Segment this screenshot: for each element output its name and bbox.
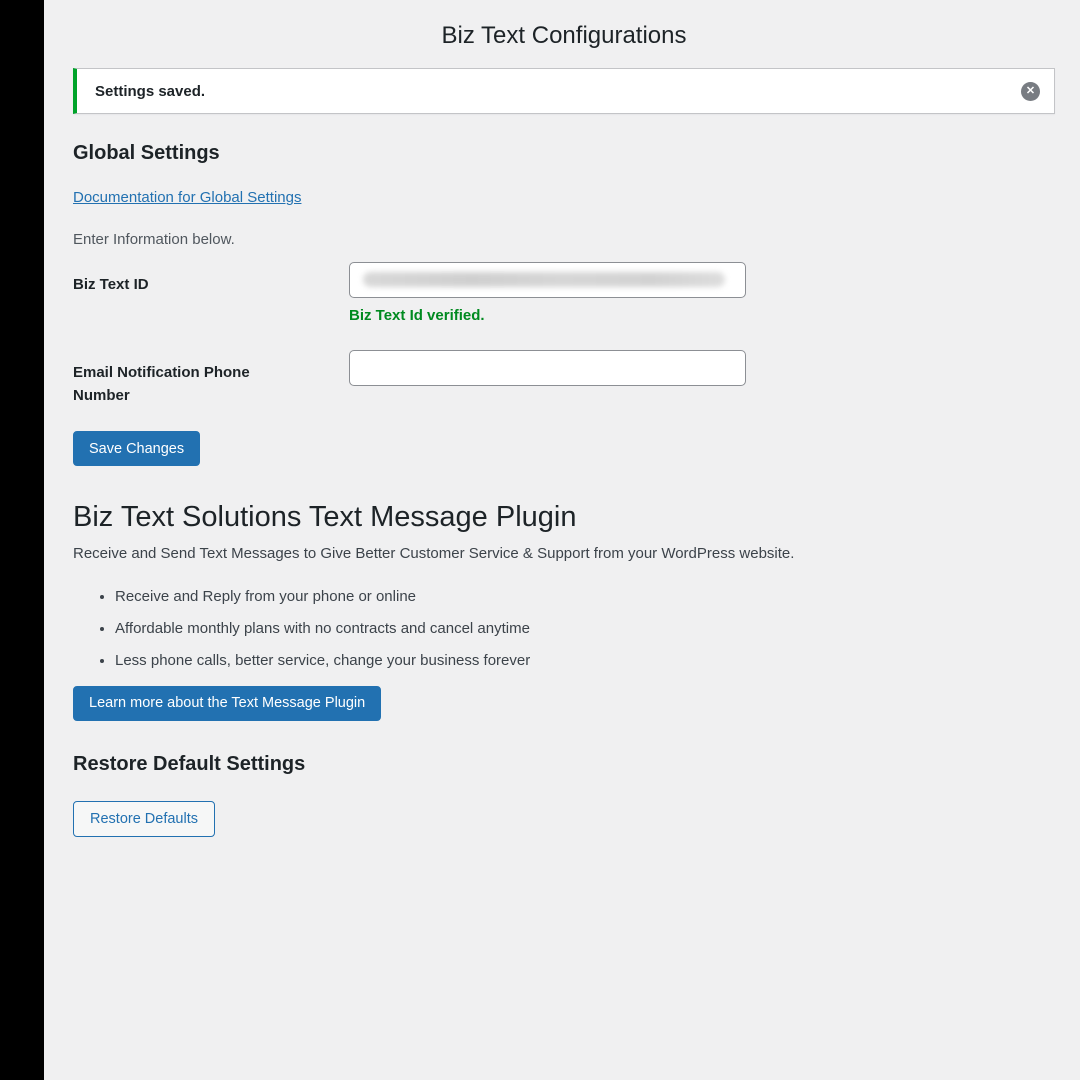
restore-defaults-heading: Restore Default Settings [73, 752, 306, 775]
verified-status-text: Biz Text Id verified. [349, 307, 485, 325]
email-phone-label: Email Notification Phone Number [73, 364, 250, 404]
list-item: Receive and Reply from your phone or onl… [115, 588, 1055, 605]
feature-list: Receive and Reply from your phone or onl… [73, 588, 1055, 669]
dismiss-notice-button[interactable]: ✕ [1021, 81, 1040, 101]
biz-text-id-row: Biz Text ID Biz Text Id verified. [73, 262, 1055, 338]
biz-text-id-input[interactable] [349, 262, 746, 299]
settings-saved-notice: Settings saved. ✕ [73, 68, 1055, 115]
global-settings-heading: Global Settings [73, 142, 220, 165]
admin-sidebar-collapsed [0, 0, 44, 1080]
email-phone-row: Email Notification Phone Number [73, 350, 1055, 407]
restore-defaults-button[interactable]: Restore Defaults [73, 800, 215, 837]
intro-text: Enter Information below. [73, 231, 235, 249]
biz-text-id-label: Biz Text ID [73, 276, 149, 294]
settings-form: Biz Text ID Biz Text Id verified. Email … [73, 262, 1055, 407]
plugin-promo-heading: Biz Text Solutions Text Message Plugin [73, 501, 577, 534]
learn-more-button[interactable]: Learn more about the Text Message Plugin [73, 685, 382, 721]
documentation-link[interactable]: Documentation for Global Settings [73, 189, 301, 206]
list-item: Less phone calls, better service, change… [115, 652, 1055, 669]
page-title: Biz Text Configurations [441, 22, 687, 49]
save-changes-button[interactable]: Save Changes [73, 431, 201, 467]
list-item: Affordable monthly plans with no contrac… [115, 620, 1055, 637]
settings-page: Biz Text Configurations Settings saved. … [44, 0, 1080, 837]
close-icon: ✕ [1021, 81, 1040, 101]
notice-message: Settings saved. [95, 82, 206, 100]
email-phone-input[interactable] [349, 350, 746, 387]
plugin-promo-description: Receive and Send Text Messages to Give B… [73, 544, 795, 562]
